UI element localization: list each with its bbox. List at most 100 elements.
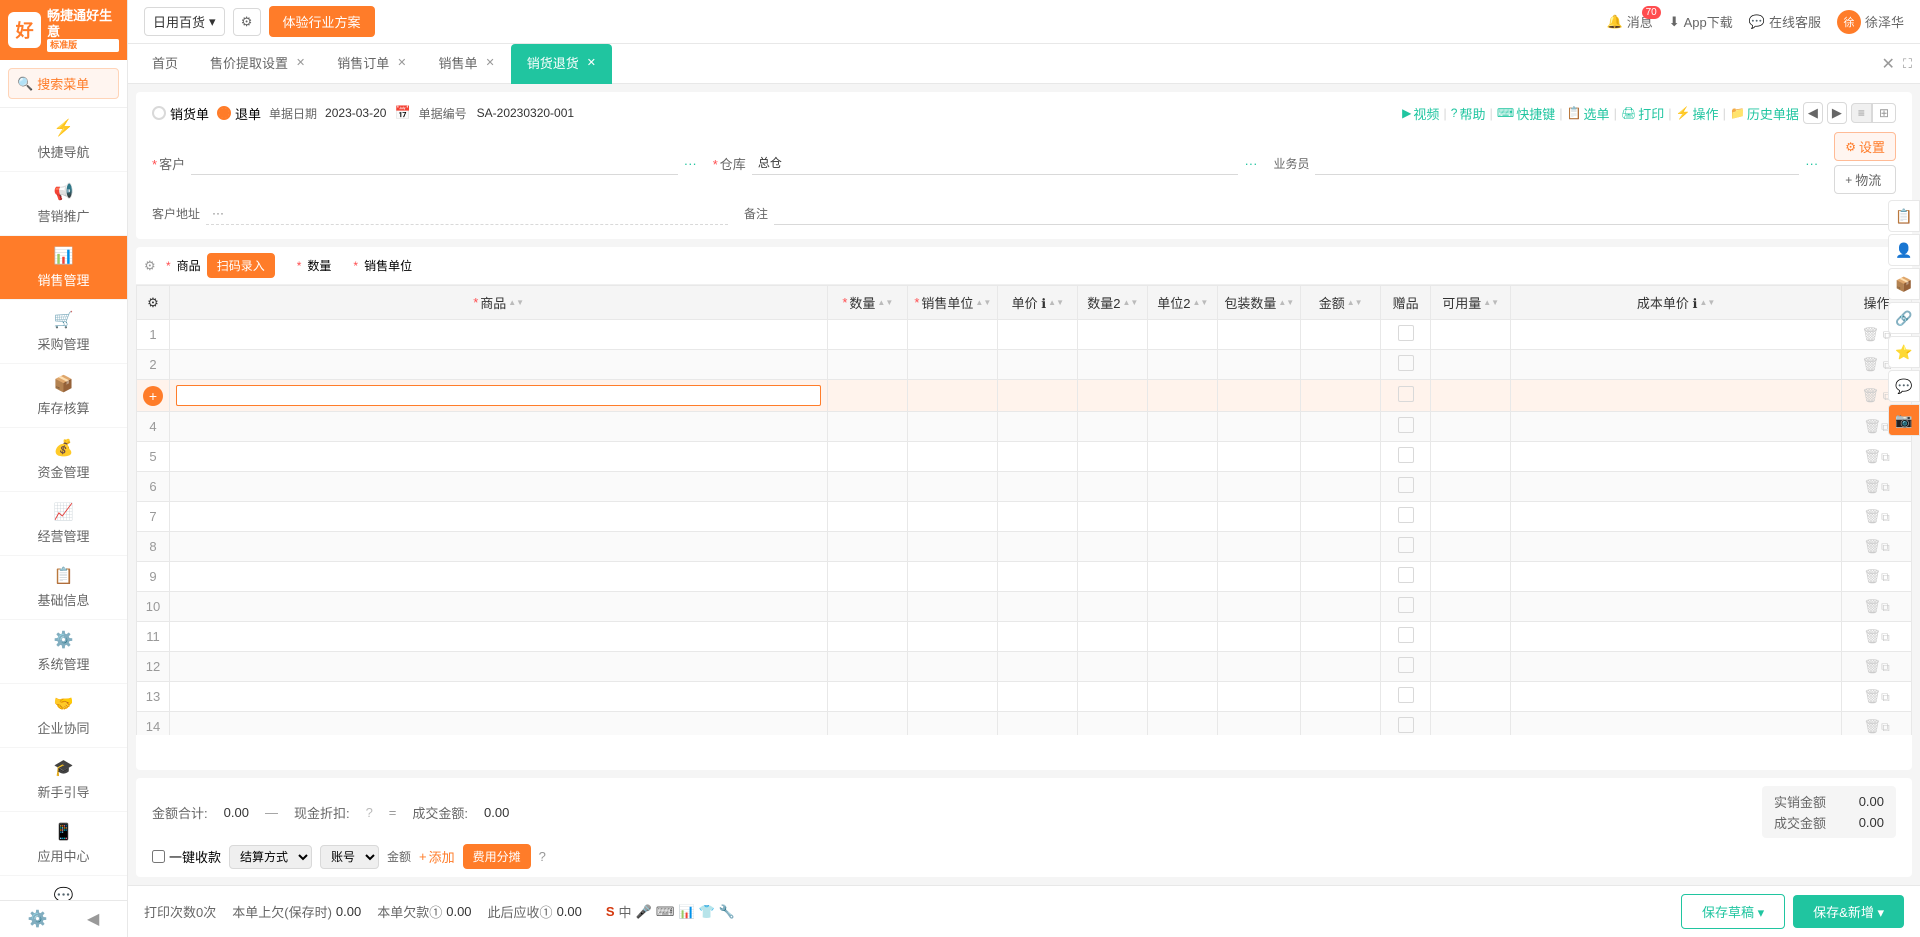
del-icon[interactable]: 🗑 [1863,568,1881,585]
draft-dropdown-icon[interactable]: ▾ [1758,905,1765,920]
close-tab-btn[interactable]: ✕ [1881,54,1894,74]
tab-sales-return[interactable]: 销货退货 ✕ [511,44,612,84]
row-avail-2[interactable] [1431,350,1511,380]
copy-icon[interactable]: ⧉ [1881,630,1890,645]
return-type-radio[interactable]: 退单 [217,104,261,123]
search-menu-button[interactable]: 🔍 搜索菜单 [8,68,119,99]
select-link[interactable]: 📋 选单 [1567,104,1610,123]
row-pkg-1[interactable] [1218,320,1301,350]
calc-method-select[interactable]: 结算方式 [229,845,312,869]
sidebar-item-operations[interactable]: 📈 经营管理 [0,492,127,556]
row-qty2-3[interactable] [1078,380,1148,412]
sidebar-item-purchase[interactable]: 🛒 采购管理 [0,300,127,364]
float-btn-3[interactable]: 📦 [1888,268,1920,300]
sidebar-item-inventory[interactable]: 📦 库存核算 [0,364,127,428]
float-btn-2[interactable]: 👤 [1888,234,1920,266]
float-btn-4[interactable]: 🔗 [1888,302,1920,334]
account-select[interactable]: 账号 [320,845,379,869]
row-product-3[interactable] [170,380,828,412]
row-price-3[interactable] [998,380,1078,412]
shortcut-link[interactable]: ⌨ 快捷键 [1497,104,1555,123]
col-settings[interactable]: ⚙ [137,286,170,320]
prev-doc-btn[interactable]: ◀ [1803,102,1823,124]
table-settings-icon[interactable]: ⚙ [144,258,160,274]
logistics-button[interactable]: + 物流 [1834,165,1896,194]
tab-close-icon[interactable]: ✕ [397,56,406,69]
float-btn-5[interactable]: ⭐ [1888,336,1920,368]
row-amount-3[interactable] [1301,380,1381,412]
breadcrumb-select[interactable]: 日用百货 ▾ [144,7,225,36]
experience-button[interactable]: 体验行业方案 [269,6,375,37]
copy-icon[interactable]: ⧉ [1881,600,1890,615]
row-amount-2[interactable] [1301,350,1381,380]
tab-price-settings[interactable]: 售价提取设置 ✕ [194,44,321,84]
row-cost-1[interactable] [1511,320,1842,350]
row-unit-3[interactable] [908,380,998,412]
calendar-icon[interactable]: 📅 [394,105,410,121]
sidebar-item-finance[interactable]: 💰 资金管理 [0,428,127,492]
copy-icon[interactable]: ⧉ [1881,660,1890,675]
list-view-btn[interactable]: ≡ [1851,103,1872,123]
row-price-2[interactable] [998,350,1078,380]
tab-sales[interactable]: 销售单 ✕ [422,44,510,84]
row-gift-3[interactable] [1381,380,1431,412]
copy-icon[interactable]: ⧉ [1881,690,1890,705]
user-avatar-button[interactable]: 徐 徐泽华 [1837,10,1904,34]
expand-tab-btn[interactable]: ⛶ [1903,56,1912,72]
save-dropdown-icon[interactable]: ▾ [1877,905,1884,920]
row-qty-1[interactable] [828,320,908,350]
del-icon[interactable]: 🗑 [1863,658,1881,675]
copy-icon[interactable]: ⧉ [1881,540,1890,555]
row-avail-3[interactable] [1431,380,1511,412]
row-qty-2[interactable] [828,350,908,380]
del-icon[interactable]: 🗑 [1863,418,1881,435]
row-gift-1[interactable] [1381,320,1431,350]
sidebar-item-shortcut[interactable]: ⚡ 快捷导航 [0,108,127,172]
add-row-button[interactable]: + [143,386,163,406]
del-icon[interactable]: 🗑 [1863,538,1881,555]
fee-help-icon[interactable]: ? [539,849,546,864]
sale-type-radio[interactable]: 销货单 [152,104,209,123]
copy-icon[interactable]: ⧉ [1881,480,1890,495]
tab-sales-order[interactable]: 销售订单 ✕ [321,44,422,84]
warehouse-more-btn[interactable]: ··· [1244,156,1257,171]
float-btn-1[interactable]: 📋 [1888,200,1920,232]
row-avail-1[interactable] [1431,320,1511,350]
row-unit2-1[interactable] [1148,320,1218,350]
sidebar-item-basic-info[interactable]: 📋 基础信息 [0,556,127,620]
del-icon[interactable]: 🗑 [1863,718,1881,735]
copy-icon[interactable]: ⧉ [1881,510,1890,525]
row-cost-2[interactable] [1511,350,1842,380]
row-unit2-3[interactable] [1148,380,1218,412]
warehouse-input[interactable] [752,152,1239,175]
float-btn-7[interactable]: 📷 [1888,404,1920,436]
row-product-2[interactable] [170,350,828,380]
del-icon[interactable]: 🗑 [1863,448,1881,465]
one-click-payment-check[interactable]: 一键收款 [152,847,221,866]
tab-active-close-icon[interactable]: ✕ [587,56,596,69]
help-link[interactable]: ? 帮助 [1451,104,1486,123]
row-price-1[interactable] [998,320,1078,350]
add-payment-button[interactable]: + 添加 [419,847,455,866]
settings-button[interactable]: ⚙ 设置 [1834,132,1896,161]
save-draft-button[interactable]: 保存草稿 ▾ [1681,894,1785,929]
sidebar-item-collab[interactable]: 🤝 企业协同 [0,684,127,748]
sidebar-item-marketing[interactable]: 📢 营销推广 [0,172,127,236]
sidebar-item-guide[interactable]: 🎓 新手引导 [0,748,127,812]
settings-gear-button[interactable]: ⚙ [233,8,261,36]
help-circle-icon[interactable]: ? [366,805,373,820]
del-icon[interactable]: 🗑 [1863,508,1881,525]
salesman-input[interactable] [1315,152,1799,175]
customer-input[interactable] [191,152,678,175]
print-link[interactable]: 🖨 打印 [1621,104,1664,123]
fee-split-button[interactable]: 费用分摊 [463,844,531,869]
settings-bottom-icon[interactable]: ⚙️ [28,909,48,929]
row-pkg-3[interactable] [1218,380,1301,412]
tab-close-icon[interactable]: ✕ [486,56,495,69]
sidebar-item-sales[interactable]: 📊 销售管理 [0,236,127,300]
del-icon[interactable]: 🗑 [1863,628,1881,645]
row-qty-3[interactable] [828,380,908,412]
delete-row-2-btn[interactable]: 🗑 [1862,356,1880,373]
row-qty2-2[interactable] [1078,350,1148,380]
online-service-button[interactable]: 💬 在线客服 [1749,12,1821,31]
